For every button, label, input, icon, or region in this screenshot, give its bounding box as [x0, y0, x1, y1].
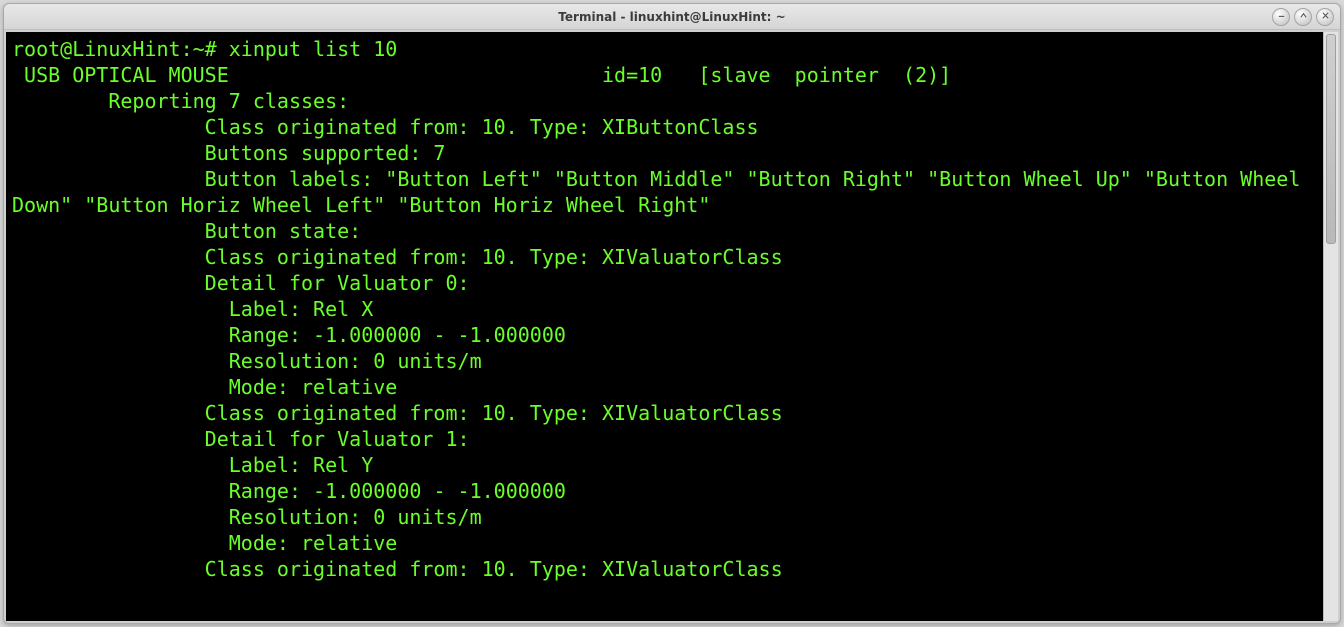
terminal-line: Resolution: 0 units/m	[12, 348, 1317, 374]
terminal-line: root@LinuxHint:~# xinput list 10	[12, 36, 1317, 62]
terminal-line: Buttons supported: 7	[12, 140, 1317, 166]
terminal-line: Class originated from: 10. Type: XIValua…	[12, 244, 1317, 270]
scrollbar-thumb[interactable]	[1326, 34, 1336, 244]
terminal-line: Class originated from: 10. Type: XIValua…	[12, 400, 1317, 426]
terminal-line: USB OPTICAL MOUSE id=10 [slave pointer (…	[12, 62, 1317, 88]
window-title: Terminal - linuxhint@LinuxHint: ~	[558, 10, 785, 24]
terminal-line: Detail for Valuator 0:	[12, 270, 1317, 296]
close-button[interactable]	[1316, 8, 1334, 26]
terminal-area: root@LinuxHint:~# xinput list 10 USB OPT…	[4, 30, 1340, 623]
shell-prompt: root@LinuxHint:~#	[12, 37, 229, 61]
shell-command: xinput list 10	[229, 37, 398, 61]
terminal-line: Reporting 7 classes:	[12, 88, 1317, 114]
scrollbar[interactable]	[1323, 32, 1338, 621]
terminal-line: Detail for Valuator 1:	[12, 426, 1317, 452]
titlebar[interactable]: Terminal - linuxhint@LinuxHint: ~	[4, 4, 1340, 30]
terminal-line: Resolution: 0 units/m	[12, 504, 1317, 530]
terminal-line: Class originated from: 10. Type: XIButto…	[12, 114, 1317, 140]
close-icon	[1321, 11, 1330, 23]
maximize-button[interactable]	[1294, 8, 1312, 26]
terminal-line: Range: -1.000000 - -1.000000	[12, 322, 1317, 348]
minimize-icon	[1277, 11, 1286, 23]
terminal-line: Range: -1.000000 - -1.000000	[12, 478, 1317, 504]
terminal-line: Button labels: "Button Left" "Button Mid…	[12, 166, 1317, 218]
window-controls	[1272, 8, 1334, 26]
terminal-line: Mode: relative	[12, 530, 1317, 556]
terminal-window: Terminal - linuxhint@LinuxHint: ~ root@L…	[3, 3, 1341, 624]
terminal-line: Mode: relative	[12, 374, 1317, 400]
maximize-icon	[1299, 11, 1308, 23]
terminal-line: Label: Rel Y	[12, 452, 1317, 478]
terminal-output[interactable]: root@LinuxHint:~# xinput list 10 USB OPT…	[6, 32, 1323, 621]
terminal-line: Label: Rel X	[12, 296, 1317, 322]
terminal-line: Button state:	[12, 218, 1317, 244]
terminal-line: Class originated from: 10. Type: XIValua…	[12, 556, 1317, 582]
minimize-button[interactable]	[1272, 8, 1290, 26]
